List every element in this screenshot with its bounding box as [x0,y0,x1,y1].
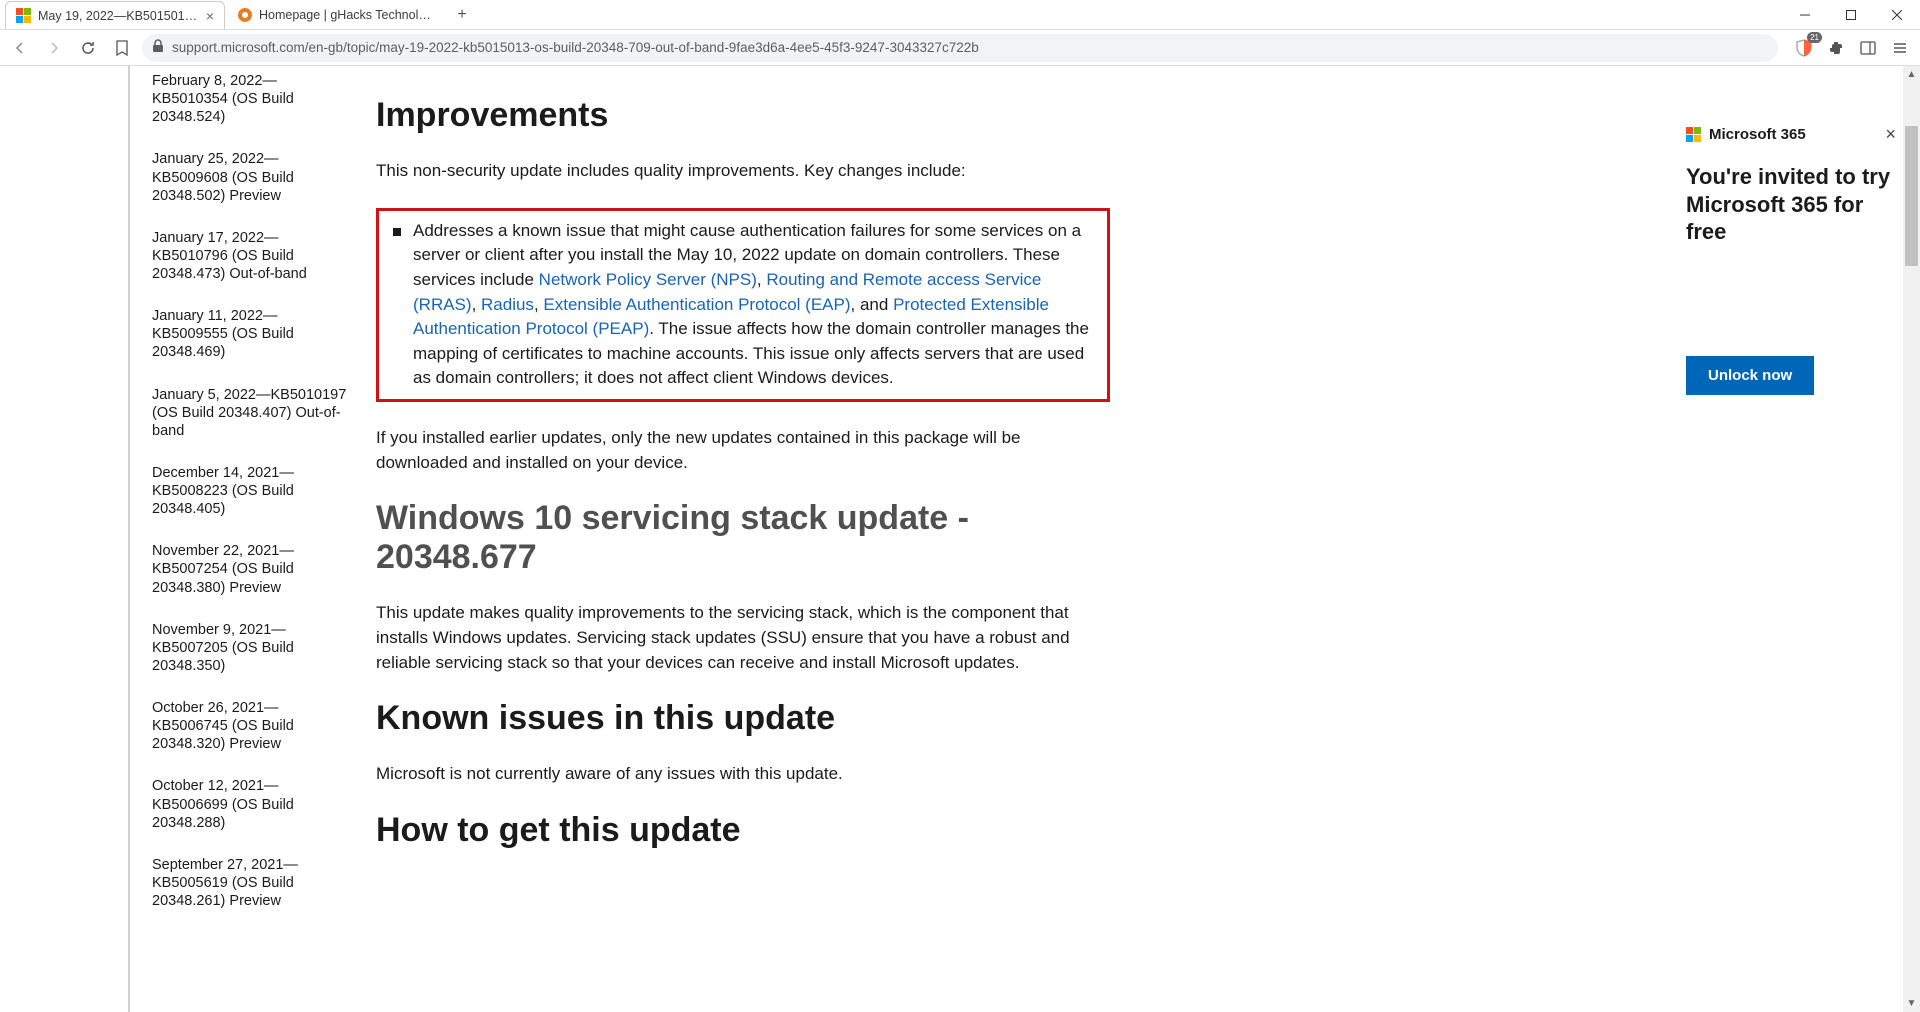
nav-item[interactable]: January 5, 2022—KB5010197 (OS Build 2034… [148,374,352,452]
ghacks-favicon-icon [237,7,253,23]
link-nps[interactable]: Network Policy Server (NPS) [539,270,757,289]
scrollbar-thumb[interactable] [1905,126,1918,266]
article-main: Improvements This non-security update in… [360,66,1150,1012]
scroll-up-icon[interactable]: ▲ [1903,66,1920,83]
bullet-text: Addresses a known issue that might cause… [413,219,1093,391]
heading-improvements: Improvements [376,96,1110,135]
text-fragment: , [534,295,543,314]
shield-button[interactable]: 21 [1790,34,1818,62]
new-tab-button[interactable]: + [449,2,475,28]
nav-item[interactable]: September 27, 2021—KB5005619 (OS Build 2… [148,844,352,922]
page-scrollbar[interactable]: ▲ ▼ [1903,66,1920,1012]
bookmark-button[interactable] [108,34,136,62]
promo-card: Microsoft 365 × You're invited to try Mi… [1686,124,1896,395]
window-titlebar: May 19, 2022—KB5015013 (OS Bu × Homepage… [0,0,1920,30]
browser-tabs: May 19, 2022—KB5015013 (OS Bu × Homepage… [0,0,475,30]
promo-headline: You're invited to try Microsoft 365 for … [1686,163,1896,246]
window-controls [1782,0,1920,30]
earlier-updates-paragraph: If you installed earlier updates, only t… [376,426,1110,475]
nav-item[interactable]: November 22, 2021—KB5007254 (OS Build 20… [148,530,352,608]
address-bar[interactable]: support.microsoft.com/en-gb/topic/may-19… [142,34,1778,62]
known-issues-paragraph: Microsoft is not currently aware of any … [376,762,1110,787]
minimize-button[interactable] [1782,0,1828,30]
menu-button[interactable] [1886,34,1914,62]
window-close-button[interactable] [1874,0,1920,30]
nav-item[interactable]: January 11, 2022—KB5009555 (OS Build 203… [148,295,352,373]
forward-button[interactable] [40,34,68,62]
sidebar-button[interactable] [1854,34,1882,62]
maximize-button[interactable] [1828,0,1874,30]
windows-favicon-icon [16,8,32,24]
article-nav: February 8, 2022—KB5010354 (OS Build 203… [130,66,360,1012]
highlighted-bullet-box: Addresses a known issue that might cause… [376,208,1110,402]
microsoft-logo-icon [1686,127,1701,142]
intro-paragraph: This non-security update includes qualit… [376,159,1110,184]
nav-item[interactable]: January 17, 2022—KB5010796 (OS Build 203… [148,217,352,295]
nav-item[interactable]: February 8, 2022—KB5010354 (OS Build 203… [148,66,352,138]
back-button[interactable] [6,34,34,62]
browser-tab-active[interactable]: May 19, 2022—KB5015013 (OS Bu × [5,1,225,29]
promo-close-icon[interactable]: × [1885,124,1896,145]
nav-item[interactable]: December 14, 2021—KB5008223 (OS Build 20… [148,452,352,530]
nav-item[interactable]: October 26, 2021—KB5006745 (OS Build 203… [148,687,352,765]
url-text: support.microsoft.com/en-gb/topic/may-19… [172,40,979,55]
text-fragment: , [472,295,481,314]
link-radius[interactable]: Radius [481,295,534,314]
scroll-down-icon[interactable]: ▼ [1903,995,1920,1012]
tab-close-icon[interactable]: × [206,8,214,24]
nav-item[interactable]: January 25, 2022—KB5009608 (OS Build 203… [148,138,352,216]
tab-title: Homepage | gHacks Technology News [259,8,437,22]
text-fragment: , and [851,295,894,314]
heading-ssu: Windows 10 servicing stack update - 2034… [376,499,1110,577]
ssu-paragraph: This update makes quality improvements t… [376,601,1110,675]
text-fragment: , [757,270,766,289]
unlock-now-button[interactable]: Unlock now [1686,356,1814,395]
bullet-marker-icon [393,228,401,236]
browser-tab[interactable]: Homepage | gHacks Technology News [227,1,447,29]
heading-how-to-get: How to get this update [376,811,1110,850]
nav-item[interactable]: October 12, 2021—KB5006699 (OS Build 203… [148,765,352,843]
promo-brand: Microsoft 365 [1709,126,1877,143]
left-gutter [0,66,128,1012]
browser-toolbar: support.microsoft.com/en-gb/topic/may-19… [0,30,1920,66]
nav-item[interactable]: November 9, 2021—KB5007205 (OS Build 203… [148,609,352,687]
tab-title: May 19, 2022—KB5015013 (OS Bu [38,9,200,23]
link-eap[interactable]: Extensible Authentication Protocol (EAP) [543,295,850,314]
lock-icon [152,39,164,56]
reload-button[interactable] [74,34,102,62]
extensions-button[interactable] [1822,34,1850,62]
shield-count-badge: 21 [1807,32,1822,43]
page-viewport: February 8, 2022—KB5010354 (OS Build 203… [0,66,1920,1012]
heading-known-issues: Known issues in this update [376,699,1110,738]
